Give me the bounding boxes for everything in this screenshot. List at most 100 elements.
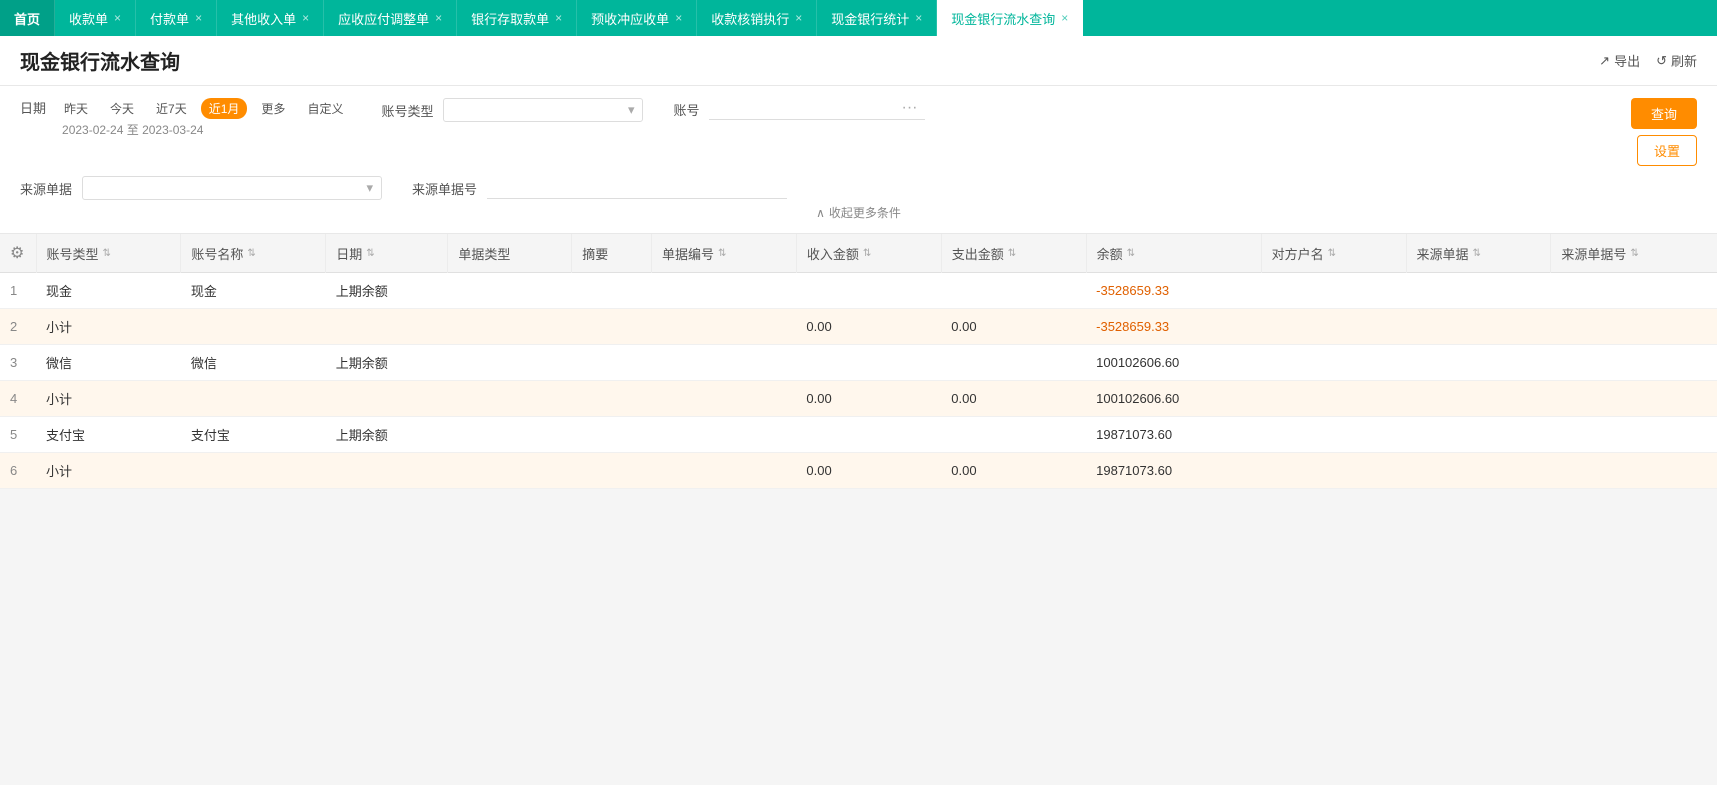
sort-icon: ⇅ [366,248,374,259]
table-row: 6小计0.000.0019871073.60 [0,453,1717,489]
col-header-settings: ⚙ [0,234,36,273]
nav-tab[interactable]: 收款单× [55,0,136,36]
cell-account_type: 微信 [36,345,181,381]
cell-summary [572,381,652,417]
cell-source_doc_no [1551,453,1717,489]
page-title: 现金银行流水查询 [20,46,180,75]
sort-icon: ⇅ [1127,248,1135,259]
sort-icon: ⇅ [103,248,111,259]
close-tab-icon[interactable]: × [555,11,562,25]
nav-tab[interactable]: 现金银行流水查询× [937,0,1083,36]
collapse-arrow-icon: ∧ [816,206,825,220]
date-pill[interactable]: 今天 [102,98,142,119]
cell-expense: 0.00 [941,453,1086,489]
nav-home[interactable]: 首页 [0,0,55,36]
cell-counterparty [1261,453,1406,489]
source-doc-select[interactable]: ▾ [82,176,382,200]
header-actions: ↗ 导出 ↺ 刷新 [1599,51,1697,70]
cell-expense [941,417,1086,453]
date-label: 日期 [20,98,46,117]
col-header-date[interactable]: 日期⇅ [326,234,448,273]
col-header-income[interactable]: 收入金额⇅ [796,234,941,273]
account-input[interactable] [709,98,893,117]
cell-summary [572,273,652,309]
col-header-summary: 摘要 [572,234,652,273]
cell-doc_type [448,453,572,489]
col-header-balance[interactable]: 余额⇅ [1086,234,1261,273]
nav-tab[interactable]: 应收应付调整单× [324,0,457,36]
cell-date: 上期余额 [326,345,448,381]
cell-balance: -3528659.33 [1086,273,1261,309]
date-pill[interactable]: 更多 [253,98,293,119]
table-row: 2小计0.000.00-3528659.33 [0,309,1717,345]
cell-balance: -3528659.33 [1086,309,1261,345]
close-tab-icon[interactable]: × [795,11,802,25]
table-row: 4小计0.000.00100102606.60 [0,381,1717,417]
cell-account_type: 小计 [36,381,181,417]
cell-account_name [181,309,326,345]
nav-tab[interactable]: 收款核销执行× [697,0,817,36]
export-button[interactable]: ↗ 导出 [1599,51,1640,70]
close-tab-icon[interactable]: × [435,11,442,25]
close-tab-icon[interactable]: × [302,11,309,25]
account-type-label: 账号类型 [381,101,433,120]
close-tab-icon[interactable]: × [195,11,202,25]
close-tab-icon[interactable]: × [675,11,682,25]
col-header-account_name[interactable]: 账号名称⇅ [181,234,326,273]
account-label: 账号 [673,100,699,119]
cell-account_name: 现金 [181,273,326,309]
close-tab-icon[interactable]: × [114,11,121,25]
table-settings-icon[interactable]: ⚙ [10,245,24,262]
cell-summary [572,309,652,345]
col-header-source_doc_no[interactable]: 来源单据号⇅ [1551,234,1717,273]
cell-doc_type [448,417,572,453]
cell-doc_no [652,309,797,345]
source-doc-no-input[interactable] [487,177,787,196]
collapse-bar[interactable]: ∧ 收起更多条件 [20,204,1697,221]
cell-income: 0.00 [796,309,941,345]
cell-counterparty [1261,417,1406,453]
date-pill[interactable]: 自定义 [299,98,351,119]
table-row: 5支付宝支付宝上期余额19871073.60 [0,417,1717,453]
cell-source_doc [1406,345,1551,381]
cell-counterparty [1261,309,1406,345]
cell-summary [572,345,652,381]
account-type-select[interactable]: ▾ [443,98,643,122]
cell-doc_type [448,345,572,381]
close-tab-icon[interactable]: × [1061,11,1068,25]
query-button[interactable]: 查询 [1631,98,1697,129]
export-icon: ↗ [1599,53,1610,69]
nav-tab[interactable]: 其他收入单× [217,0,324,36]
nav-tab[interactable]: 付款单× [136,0,217,36]
nav-tab[interactable]: 预收冲应收单× [577,0,697,36]
col-header-counterparty[interactable]: 对方户名⇅ [1261,234,1406,273]
table-row: 3微信微信上期余额100102606.60 [0,345,1717,381]
col-header-account_type[interactable]: 账号类型⇅ [36,234,181,273]
cell-balance: 19871073.60 [1086,453,1261,489]
cell-doc_no [652,345,797,381]
col-header-source_doc[interactable]: 来源单据⇅ [1406,234,1551,273]
col-header-doc_type: 单据类型 [448,234,572,273]
nav-tab[interactable]: 银行存取款单× [457,0,577,36]
close-tab-icon[interactable]: × [915,11,922,25]
settings-button[interactable]: 设置 [1637,135,1697,166]
date-pill[interactable]: 近7天 [148,98,195,119]
col-header-doc_no[interactable]: 单据编号⇅ [652,234,797,273]
date-pill[interactable]: 昨天 [56,98,96,119]
cell-doc_no [652,273,797,309]
refresh-button[interactable]: ↺ 刷新 [1656,51,1697,70]
sort-icon: ⇅ [1328,248,1336,259]
cell-date [326,309,448,345]
cell-counterparty [1261,273,1406,309]
page-header: 现金银行流水查询 ↗ 导出 ↺ 刷新 [0,36,1717,86]
more-dots-icon[interactable]: ··· [893,99,925,117]
col-header-expense[interactable]: 支出金额⇅ [941,234,1086,273]
cell-account_name [181,381,326,417]
cell-account_type: 小计 [36,309,181,345]
cell-balance: 19871073.60 [1086,417,1261,453]
cell-index: 2 [0,309,36,345]
date-pill[interactable]: 近1月 [201,98,248,119]
right-actions: 查询 设置 [1631,98,1697,166]
table-row: 1现金现金上期余额-3528659.33 [0,273,1717,309]
nav-tab[interactable]: 现金银行统计× [817,0,937,36]
